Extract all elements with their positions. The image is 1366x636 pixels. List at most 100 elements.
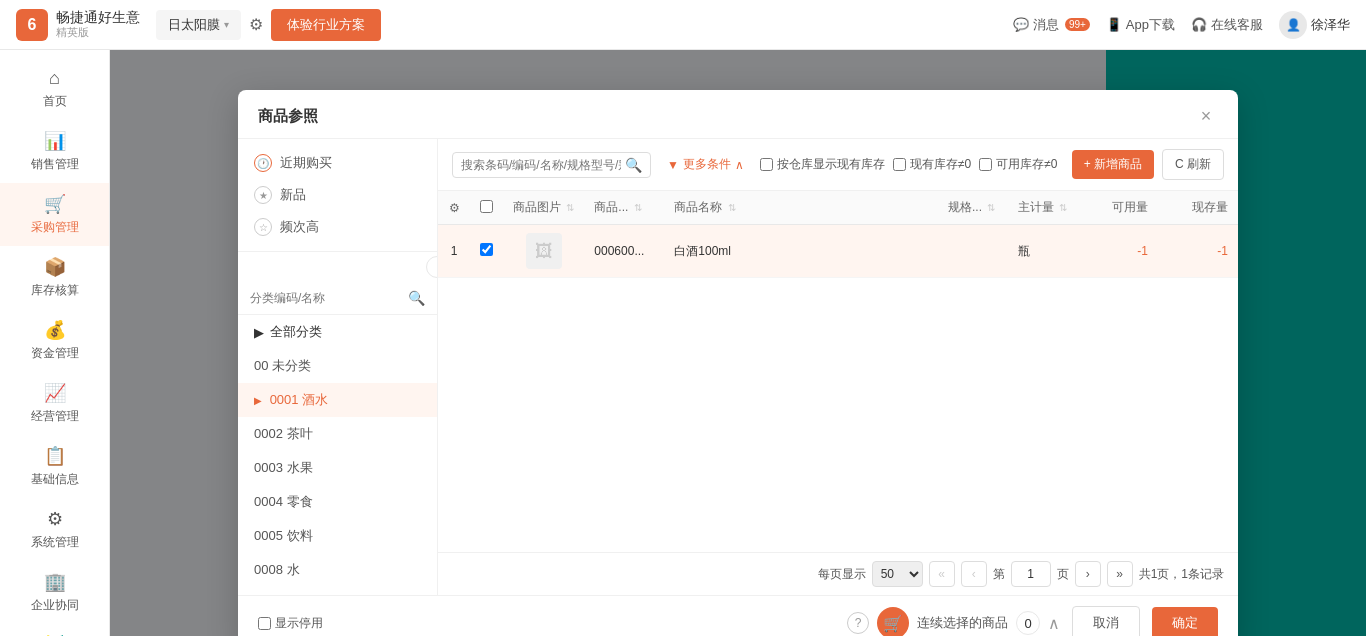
sidebar-item-inventory[interactable]: 📦 库存核算 (0, 246, 109, 309)
cancel-btn[interactable]: 取消 (1072, 606, 1140, 636)
sort-name-icon: ⇅ (728, 202, 736, 213)
cat-item-0004[interactable]: 0004 零食 (238, 485, 437, 519)
page-first-btn[interactable]: « (929, 561, 955, 587)
shortcut-recent[interactable]: 🕐 近期购买 (238, 147, 437, 179)
cat-item-0002[interactable]: 0002 茶叶 (238, 417, 437, 451)
footer-cart: ? 🛒 连续选择的商品 0 ∧ (847, 607, 1060, 636)
sidebar-item-operations[interactable]: 📈 经营管理 (0, 372, 109, 435)
row-code: 000600... (584, 225, 664, 278)
cat-item-00[interactable]: 00 未分类 (238, 349, 437, 383)
row-name: 白酒100ml (664, 225, 938, 278)
modal-body: 🕐 近期购买 ★ 新品 ☆ 频次高 (238, 139, 1238, 595)
avatar: 👤 (1279, 11, 1307, 39)
per-page-select[interactable]: 50 100 200 (872, 561, 923, 587)
page-label: 第 (993, 566, 1005, 583)
settings-icon[interactable]: ⚙ (249, 15, 263, 34)
mobile-icon: 📱 (1106, 17, 1122, 32)
finance-icon: 💰 (44, 319, 66, 341)
page-prev-btn[interactable]: ‹ (961, 561, 987, 587)
online-service-btn[interactable]: 🎧 在线客服 (1191, 16, 1263, 34)
top-nav: 6 畅捷通好生意 精英版 日太阳膜 ▾ ⚙ 体验行业方案 💬 消息 99+ 📱 … (0, 0, 1366, 50)
sidebar-item-basic[interactable]: 📋 基础信息 (0, 435, 109, 498)
shortcut-new[interactable]: ★ 新品 (238, 179, 437, 211)
product-toolbar: 🔍 ▼ 更多条件 ∧ 按仓库显示现有库存 (438, 139, 1238, 191)
per-page-label: 每页显示 (818, 566, 866, 583)
category-panel: 🕐 近期购买 ★ 新品 ☆ 频次高 (238, 139, 438, 595)
category-search-icon[interactable]: 🔍 (408, 290, 425, 306)
refresh-btn[interactable]: C 刷新 (1162, 149, 1224, 180)
total-info: 共1页，1条记录 (1139, 566, 1224, 583)
row-stock: -1 (1158, 225, 1238, 278)
product-search-input[interactable] (461, 158, 621, 172)
messages-badge: 99+ (1065, 18, 1090, 31)
sidebar-item-sales[interactable]: 📊 销售管理 (0, 120, 109, 183)
messages-btn[interactable]: 💬 消息 99+ (1013, 16, 1090, 34)
pagination: 每页显示 50 100 200 « ‹ 第 页 › (438, 552, 1238, 595)
expand-icon[interactable]: ∧ (1048, 614, 1060, 633)
category-search-input[interactable] (250, 291, 402, 305)
col-header-name[interactable]: 商品名称 ⇅ (664, 191, 938, 225)
col-header-spec[interactable]: 规格... ⇅ (938, 191, 1008, 225)
cat-item-0003[interactable]: 0003 水果 (238, 451, 437, 485)
main-area: 商品参照 × 🕐 近期购买 ★ (110, 50, 1366, 636)
cat-item-all[interactable]: ▶ 全部分类 (238, 315, 437, 349)
product-table-container: ⚙ 商品图片 ⇅ (438, 191, 1238, 552)
col-header-stock[interactable]: 现存量 (1158, 191, 1238, 225)
product-table: ⚙ 商品图片 ⇅ (438, 191, 1238, 278)
cat-item-0010[interactable]: 0010 家电 (238, 587, 437, 595)
select-all-checkbox[interactable] (480, 200, 493, 213)
shortcut-frequent[interactable]: ☆ 频次高 (238, 211, 437, 243)
col-header-settings[interactable]: ⚙ (438, 191, 470, 225)
col-header-code[interactable]: 商品... ⇅ (584, 191, 664, 225)
user-profile[interactable]: 👤 徐泽华 (1279, 11, 1350, 39)
chk-avail-nonzero[interactable] (979, 158, 992, 171)
chk-avail-nonzero-label[interactable]: 可用库存≠0 (979, 156, 1057, 173)
cart-icon[interactable]: 🛒 (877, 607, 909, 636)
frequent-icon: ☆ (254, 218, 272, 236)
row-num: 1 (438, 225, 470, 278)
new-icon: ★ (254, 186, 272, 204)
product-search-box: 🔍 (452, 152, 651, 178)
exp-btn[interactable]: 体验行业方案 (271, 9, 381, 41)
row-checkbox[interactable] (480, 243, 493, 256)
layout: ⌂ 首页 📊 销售管理 🛒 采购管理 📦 库存核算 💰 资金管理 📈 经营管理 … (0, 50, 1366, 636)
sidebar-item-system[interactable]: ⚙ 系统管理 (0, 498, 109, 561)
page-next-btn[interactable]: › (1075, 561, 1101, 587)
cat-item-0008[interactable]: 0008 水 (238, 553, 437, 587)
sidebar-item-guide[interactable]: 🔰 新手引导 (0, 624, 109, 636)
sidebar: ⌂ 首页 📊 销售管理 🛒 采购管理 📦 库存核算 💰 资金管理 📈 经营管理 … (0, 50, 110, 636)
add-product-btn[interactable]: + 新增商品 (1072, 150, 1154, 179)
more-filter-btn[interactable]: ▼ 更多条件 ∧ (659, 152, 752, 177)
chk-stock-nonzero-label[interactable]: 现有库存≠0 (893, 156, 971, 173)
confirm-btn[interactable]: 确定 (1152, 607, 1218, 636)
page-input[interactable] (1011, 561, 1051, 587)
table-row[interactable]: 1 🖼 000600... (438, 225, 1238, 278)
sidebar-item-finance[interactable]: 💰 资金管理 (0, 309, 109, 372)
store-selector[interactable]: 日太阳膜 ▾ (156, 10, 241, 40)
chk-stock-nonzero[interactable] (893, 158, 906, 171)
cat-item-0005[interactable]: 0005 饮料 (238, 519, 437, 553)
sidebar-item-home[interactable]: ⌂ 首页 (0, 58, 109, 120)
page-last-btn[interactable]: » (1107, 561, 1133, 587)
col-header-avail[interactable]: 可用量 (1078, 191, 1158, 225)
col-header-unit[interactable]: 主计量 ⇅ (1008, 191, 1078, 225)
app-download-btn[interactable]: 📱 App下载 (1106, 16, 1175, 34)
chk-warehouse[interactable] (760, 158, 773, 171)
chk-warehouse-label[interactable]: 按仓库显示现有库存 (760, 156, 885, 173)
help-icon[interactable]: ? (847, 612, 869, 634)
category-shortcuts: 🕐 近期购买 ★ 新品 ☆ 频次高 (238, 139, 437, 252)
col-header-check[interactable] (470, 191, 503, 225)
modal-title: 商品参照 (258, 107, 318, 126)
logo-icon: 6 (16, 9, 48, 41)
show-disabled-label[interactable]: 显示停用 (258, 615, 323, 632)
cat-item-0001[interactable]: ▶ 0001 酒水 (238, 383, 437, 417)
sort-unit-icon: ⇅ (1059, 202, 1067, 213)
modal-close-btn[interactable]: × (1194, 104, 1218, 128)
show-disabled-checkbox[interactable] (258, 617, 271, 630)
sidebar-item-purchase[interactable]: 🛒 采购管理 (0, 183, 109, 246)
sidebar-item-enterprise[interactable]: 🏢 企业协同 (0, 561, 109, 624)
category-collapse-btn[interactable]: 《 (426, 256, 438, 278)
basic-icon: 📋 (44, 445, 66, 467)
col-header-img[interactable]: 商品图片 ⇅ (503, 191, 584, 225)
sales-icon: 📊 (44, 130, 66, 152)
